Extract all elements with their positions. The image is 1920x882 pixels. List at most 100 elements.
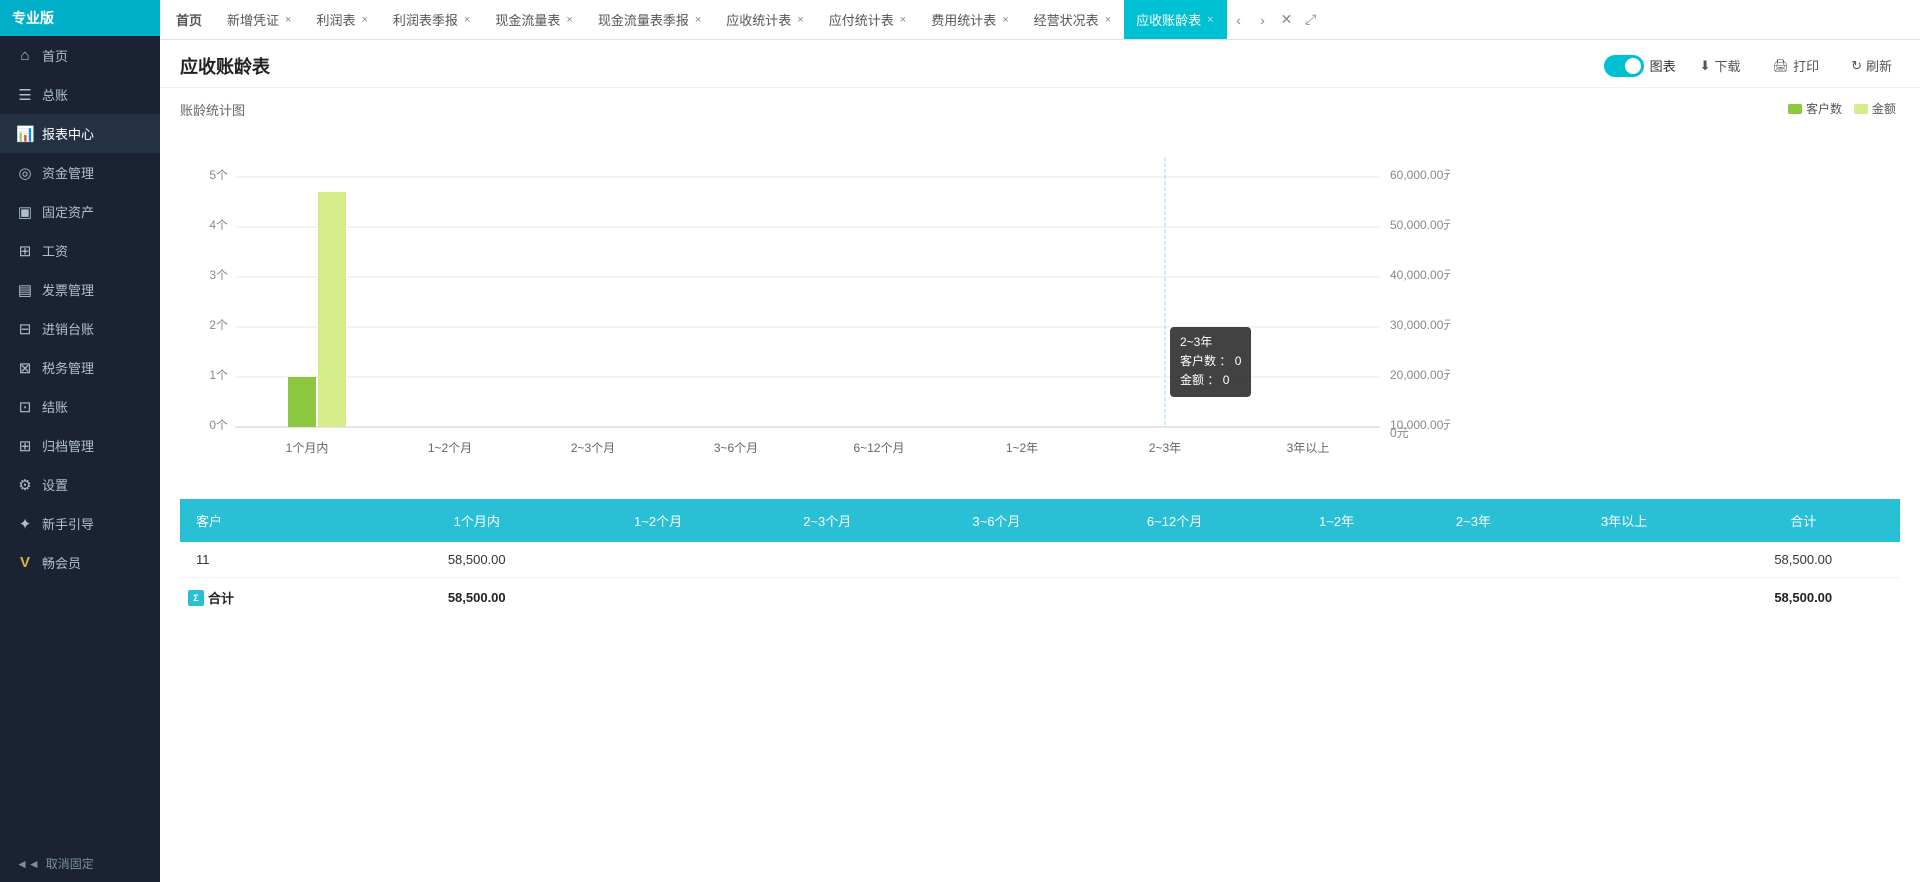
tab-receivable-label: 应收统计表 (726, 10, 791, 29)
tfoot-1-2month (573, 578, 742, 618)
tab-profit-quarter-close[interactable]: × (464, 14, 470, 26)
tab-cashflow-close[interactable]: × (566, 14, 572, 26)
tax-icon: ⊠ (16, 359, 34, 377)
collapse-label: 取消固定 (46, 855, 94, 872)
sidebar-item-assets[interactable]: ▣ 固定资产 (0, 192, 160, 231)
legend-customer: 客户数 (1788, 100, 1842, 117)
tab-profit-close[interactable]: × (361, 14, 367, 26)
svg-text:40,000.00元: 40,000.00元 (1390, 268, 1450, 282)
download-label: 下载 (1715, 56, 1741, 75)
print-icon: 🖨 (1773, 58, 1790, 74)
tab-operation-label: 经营状况表 (1034, 10, 1099, 29)
sidebar-item-archive[interactable]: ⊞ 归档管理 (0, 426, 160, 465)
tab-voucher[interactable]: 新增凭证 × (215, 0, 304, 39)
page-header: 应收账龄表 图表 ⬇ 下载 🖨 打印 ↻ 刷新 (160, 40, 1920, 88)
sidebar-item-home[interactable]: ⌂ 首页 (0, 36, 160, 75)
th-customer: 客户 (180, 499, 380, 542)
td-1month: 58,500.00 (380, 542, 573, 578)
th-2-3year: 2~3年 (1405, 499, 1542, 542)
tab-operation[interactable]: 经营状况表 × (1022, 0, 1124, 39)
tab-receivable-close[interactable]: × (797, 14, 803, 26)
svg-text:2~3年: 2~3年 (1149, 441, 1181, 455)
tab-expand-btn[interactable]: ⤢ (1299, 8, 1323, 32)
tfoot-label: Σ 合计 (180, 578, 380, 618)
sidebar-item-reports[interactable]: 📊 报表中心 (0, 114, 160, 153)
tab-payable-close[interactable]: × (900, 14, 906, 26)
refresh-btn[interactable]: ↻ 刷新 (1843, 52, 1900, 79)
sidebar-item-inventory[interactable]: ⊟ 进销台账 (0, 309, 160, 348)
th-2-3month: 2~3个月 (743, 499, 912, 542)
download-btn[interactable]: ⬇ 下载 (1692, 52, 1749, 79)
tab-cashflow-quarter-close[interactable]: × (695, 14, 701, 26)
sidebar-item-funds[interactable]: ◎ 资金管理 (0, 153, 160, 192)
th-6-12month: 6~12个月 (1081, 499, 1268, 542)
th-1-2month: 1~2个月 (573, 499, 742, 542)
td-3-6month (912, 542, 1081, 578)
svg-text:1~2年: 1~2年 (1006, 441, 1038, 455)
tab-home-label: 首页 (176, 10, 202, 29)
table-footer: Σ 合计 58,500.00 58,500.00 (180, 578, 1900, 618)
funds-icon: ◎ (16, 164, 34, 182)
sidebar-item-label: 总账 (42, 85, 68, 104)
sidebar-item-settings[interactable]: ⚙ 设置 (0, 465, 160, 504)
svg-text:2个: 2个 (209, 318, 228, 332)
tab-aging-close[interactable]: × (1207, 14, 1213, 26)
tab-close-all-btn[interactable]: ✕ (1275, 8, 1299, 32)
sidebar-item-closing[interactable]: ⊡ 结账 (0, 387, 160, 426)
tab-expense[interactable]: 费用统计表 × (919, 0, 1021, 39)
sidebar-item-tax[interactable]: ⊠ 税务管理 (0, 348, 160, 387)
tfoot-over3year (1542, 578, 1707, 618)
refresh-icon: ↻ (1851, 58, 1862, 74)
table-header-row: 客户 1个月内 1~2个月 2~3个月 3~6个月 6~12个月 1~2年 2~… (180, 499, 1900, 542)
sidebar-item-label: 税务管理 (42, 358, 94, 377)
legend-customer-label: 客户数 (1806, 100, 1842, 117)
svg-text:4个: 4个 (209, 218, 228, 232)
table-header: 客户 1个月内 1~2个月 2~3个月 3~6个月 6~12个月 1~2年 2~… (180, 499, 1900, 542)
sidebar-item-invoice[interactable]: ▤ 发票管理 (0, 270, 160, 309)
tab-cashflow[interactable]: 现金流量表 × (483, 0, 585, 39)
legend-customer-color (1788, 104, 1802, 114)
tab-next-btn[interactable]: › (1251, 8, 1275, 32)
td-total: 58,500.00 (1706, 542, 1900, 578)
sidebar-item-salary[interactable]: ⊞ 工资 (0, 231, 160, 270)
th-3-6month: 3~6个月 (912, 499, 1081, 542)
td-6-12month (1081, 542, 1268, 578)
svg-text:20,000.00元: 20,000.00元 (1390, 368, 1450, 382)
tab-operation-close[interactable]: × (1105, 14, 1111, 26)
tab-cashflow-quarter-label: 现金流量表季报 (598, 10, 689, 29)
sidebar-item-label: 新手引导 (42, 514, 94, 533)
svg-text:60,000.00元: 60,000.00元 (1390, 168, 1450, 182)
header-actions: 图表 ⬇ 下载 🖨 打印 ↻ 刷新 (1604, 52, 1900, 79)
tab-profit-label: 利润表 (316, 10, 355, 29)
sidebar-collapse-btn[interactable]: ◄◄ 取消固定 (0, 845, 160, 882)
tab-profit-quarter[interactable]: 利润表季报 × (381, 0, 483, 39)
tab-bar: 首页 新增凭证 × 利润表 × 利润表季报 × 现金流量表 × 现金流量表季报 … (160, 0, 1920, 40)
table-footer-row: Σ 合计 58,500.00 58,500.00 (180, 578, 1900, 618)
tab-voucher-close[interactable]: × (285, 14, 291, 26)
tab-receivable[interactable]: 应收统计表 × (714, 0, 816, 39)
sidebar-item-label: 资金管理 (42, 163, 94, 182)
tfoot-total: 58,500.00 (1706, 578, 1900, 618)
svg-text:2~3个月: 2~3个月 (571, 441, 615, 455)
chart-svg: 5个 4个 3个 2个 1个 0个 60,000.00元 50,000.00元 … (180, 127, 1450, 487)
sidebar-item-label: 设置 (42, 475, 68, 494)
legend-amount: 金额 (1854, 100, 1896, 117)
sidebar-item-vip[interactable]: V 畅会员 (0, 543, 160, 582)
tab-profit[interactable]: 利润表 × (304, 0, 380, 39)
tab-payable[interactable]: 应付统计表 × (817, 0, 919, 39)
tab-cashflow-quarter[interactable]: 现金流量表季报 × (586, 0, 714, 39)
th-1-2year: 1~2年 (1268, 499, 1405, 542)
sidebar-item-label: 发票管理 (42, 280, 94, 299)
tfoot-1month: 58,500.00 (380, 578, 573, 618)
svg-text:5个: 5个 (209, 168, 228, 182)
tab-home[interactable]: 首页 (164, 0, 215, 39)
tab-prev-btn[interactable]: ‹ (1227, 8, 1251, 32)
sidebar-item-ledger[interactable]: ☰ 总账 (0, 75, 160, 114)
tab-expense-close[interactable]: × (1002, 14, 1008, 26)
page-content: 应收账龄表 图表 ⬇ 下载 🖨 打印 ↻ 刷新 (160, 40, 1920, 882)
chart-toggle[interactable] (1604, 55, 1644, 77)
sidebar-item-guide[interactable]: ✦ 新手引导 (0, 504, 160, 543)
legend-amount-label: 金额 (1872, 100, 1896, 117)
tab-aging[interactable]: 应收账龄表 × (1124, 0, 1226, 39)
print-btn[interactable]: 🖨 打印 (1765, 52, 1828, 79)
